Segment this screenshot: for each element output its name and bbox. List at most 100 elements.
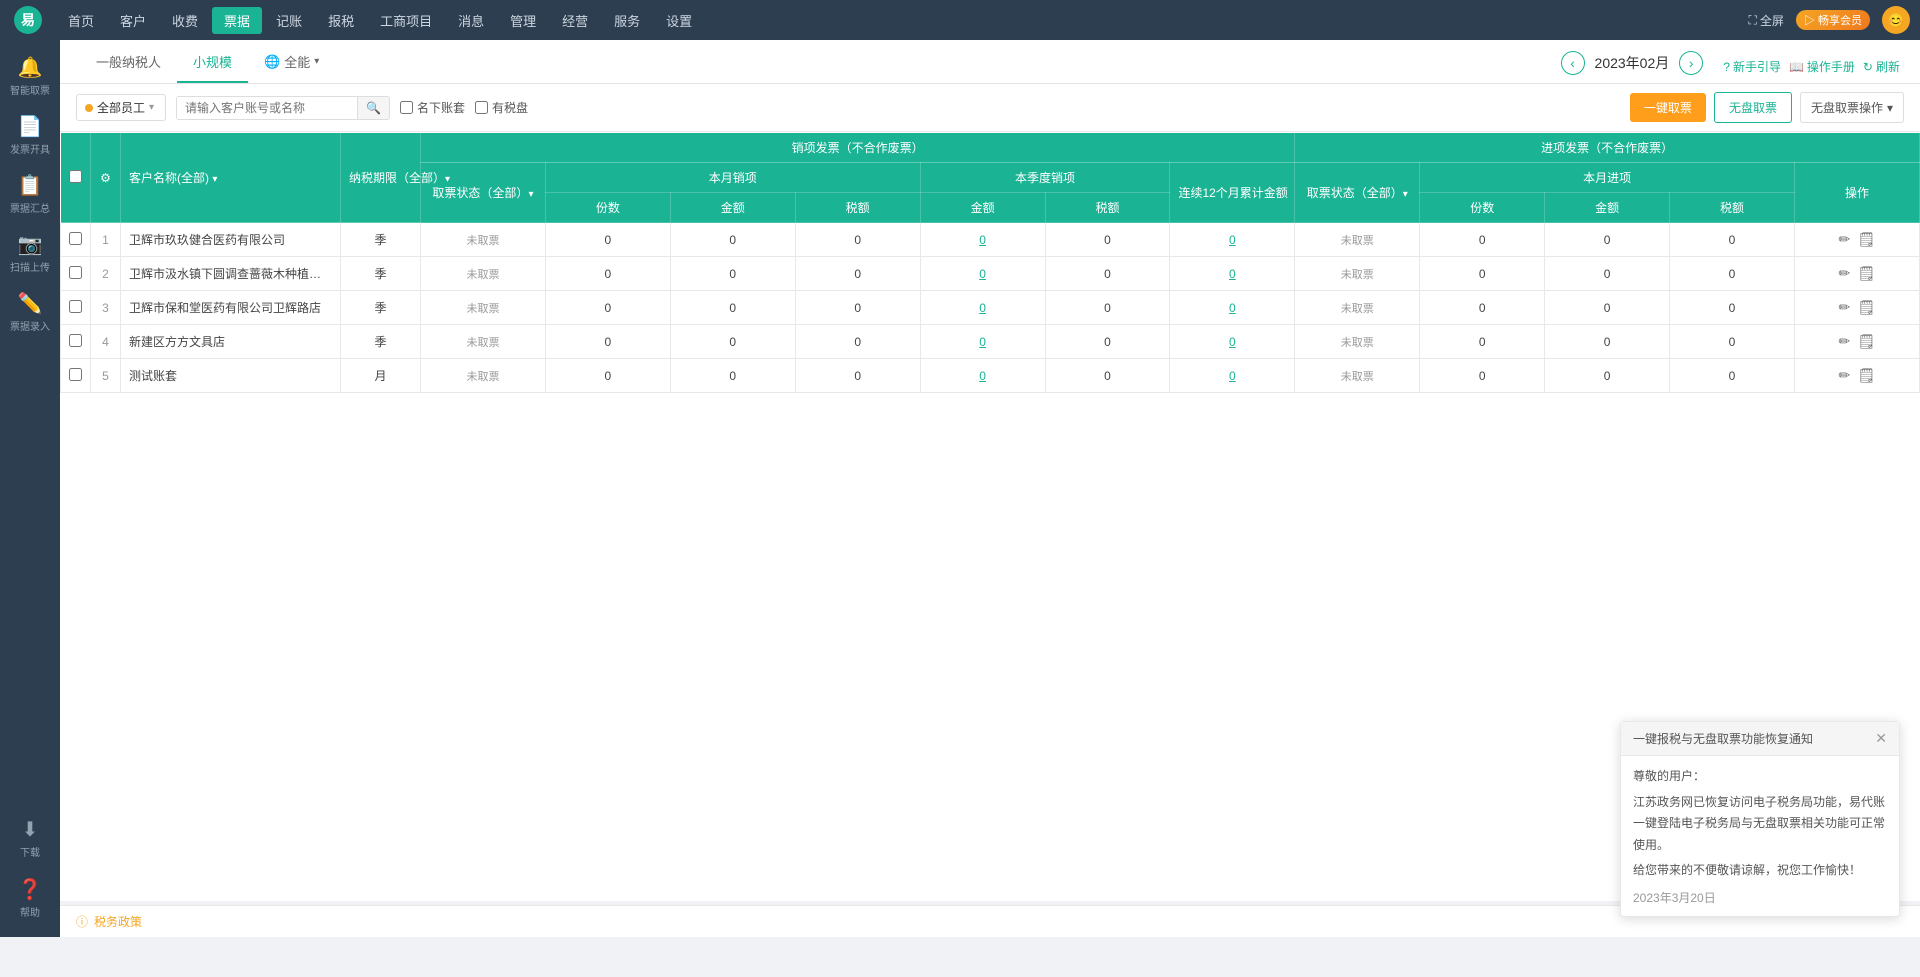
sidebar-item-票据录入[interactable]: ✏️票据录入 (4, 286, 56, 341)
tax-period-cell: 季 (341, 325, 421, 359)
tab-general-taxpayer[interactable]: 一般纳税人 (80, 42, 177, 83)
edit-icon[interactable]: ✏ (1839, 231, 1851, 247)
refresh-icon: ↻ (1863, 60, 1873, 74)
diskless-fetch-button[interactable]: 无盘取票 (1714, 92, 1792, 123)
current-date: 2023年02月 (1595, 53, 1670, 73)
select-all-checkbox[interactable] (69, 170, 82, 183)
row-checkbox[interactable] (69, 266, 82, 279)
month-out-tax-cell: 0 (795, 257, 920, 291)
th-out-month-count: 份数 (545, 193, 670, 223)
tax-period-cell: 月 (341, 359, 421, 393)
sidebar-item-智能取票[interactable]: 🔔智能取票 (4, 50, 56, 105)
nav-item-票据[interactable]: 票据 (212, 7, 262, 34)
nav-item-经营[interactable]: 经营 (550, 7, 600, 34)
quarter-out-amount-cell: 0 (920, 359, 1045, 393)
month-in-count-cell: 0 (1420, 359, 1545, 393)
next-month-button[interactable]: › (1679, 51, 1703, 75)
sidebar-icon: 📄 (18, 117, 43, 137)
th-out-quarter-tax: 税额 (1045, 193, 1170, 223)
detail-icon[interactable]: 🗒 (1858, 265, 1876, 281)
edit-icon[interactable]: ✏ (1839, 265, 1851, 281)
notification-panel: 一键报税与无盘取票功能恢复通知 ✕ 尊敬的用户： 江苏政务网已恢复访问电子税务局… (1620, 721, 1900, 917)
my-accounts-checkbox[interactable] (400, 101, 413, 114)
sidebar-icon: 🔔 (18, 58, 43, 78)
detail-icon[interactable]: 🗒 (1858, 333, 1876, 349)
sidebar-item-扫描上传[interactable]: 📷扫描上传 (4, 227, 56, 282)
detail-icon[interactable]: 🗒 (1858, 367, 1876, 383)
sidebar-label: 票据录入 (10, 318, 50, 333)
row-checkbox-cell (61, 257, 91, 291)
tab-small-scale[interactable]: 小规模 (177, 42, 248, 83)
top-nav-items: 首页客户收费票据记账报税工商项目消息管理经营服务设置 (56, 7, 1749, 34)
table-row: 5 测试账套 月 未取票 0 0 0 0 0 0 未取票 0 0 0 ✏ 🗒 (61, 359, 1920, 393)
vip-badge[interactable]: ▷ 畅享会员 (1796, 10, 1870, 30)
month-out-tax-cell: 0 (795, 291, 920, 325)
nav-item-消息[interactable]: 消息 (446, 7, 496, 34)
out-status-cell: 未取票 (421, 257, 546, 291)
fullscreen-button[interactable]: ⛶ 全屏 (1749, 12, 1784, 29)
edit-icon[interactable]: ✏ (1839, 333, 1851, 349)
tax-disk-checkbox[interactable] (475, 101, 488, 114)
notif-greeting: 尊敬的用户： (1633, 766, 1887, 788)
nav-item-报税[interactable]: 报税 (316, 7, 366, 34)
edit-icon[interactable]: ✏ (1839, 299, 1851, 315)
edit-icon[interactable]: ✏ (1839, 367, 1851, 383)
client-name-cell: 卫辉市玖玖健合医药有限公司 (121, 223, 341, 257)
notif-content: 江苏政务网已恢复访问电子税务局功能，易代账一键登陆电子税务局与无盘取票相关功能可… (1633, 792, 1887, 857)
tax-disk-checkbox-label[interactable]: 有税盘 (475, 99, 528, 116)
row-checkbox[interactable] (69, 334, 82, 347)
nav-item-收费[interactable]: 收费 (160, 7, 210, 34)
notif-title: 一键报税与无盘取票功能恢复通知 (1633, 730, 1813, 747)
th-in-status[interactable]: 取票状态（全部）▾ (1295, 163, 1420, 223)
nav-item-首页[interactable]: 首页 (56, 7, 106, 34)
manual-button[interactable]: 📖 操作手册 (1789, 58, 1855, 75)
row-checkbox[interactable] (69, 368, 82, 381)
row-checkbox[interactable] (69, 232, 82, 245)
refresh-button[interactable]: ↻ 刷新 (1863, 58, 1900, 75)
th-month-in: 本月进项 (1420, 163, 1795, 193)
nav-item-客户[interactable]: 客户 (108, 7, 158, 34)
one-click-fetch-button[interactable]: 一键取票 (1630, 93, 1706, 122)
th-checkbox (61, 133, 91, 223)
play-icon: ▷ (1804, 15, 1815, 27)
search-input[interactable] (177, 97, 357, 119)
month-in-tax-cell: 0 (1670, 223, 1795, 257)
sidebar-bottom-item-下载[interactable]: ⬇下载 (4, 812, 56, 867)
tax-policy-link[interactable]: 税务政策 (94, 913, 142, 930)
12m-amount-cell: 0 (1170, 291, 1295, 325)
nav-item-服务[interactable]: 服务 (602, 7, 652, 34)
sidebar-item-票据汇总[interactable]: 📋票据汇总 (4, 168, 56, 223)
toolbar: 全部员工 ▾ 🔍 名下账套 有税盘 一键取票 无盘取票 无盘取票操作 ▾ (60, 84, 1920, 132)
12m-amount-cell: 0 (1170, 257, 1295, 291)
sidebar-item-发票开具[interactable]: 📄发票开具 (4, 109, 56, 164)
tab-all[interactable]: 🌐 全能 ▾ (248, 42, 335, 83)
gear-icon[interactable]: ⚙ (100, 171, 111, 185)
row-num: 2 (91, 257, 121, 291)
diskless-fetch-ops-button[interactable]: 无盘取票操作 ▾ (1800, 92, 1904, 123)
th-client-name[interactable]: 客户名称(全部) ▾ (121, 133, 341, 223)
row-checkbox[interactable] (69, 300, 82, 313)
action-cell: ✏ 🗒 (1794, 257, 1919, 291)
my-accounts-checkbox-label[interactable]: 名下账套 (400, 99, 465, 116)
notif-body: 尊敬的用户： 江苏政务网已恢复访问电子税务局功能，易代账一键登陆电子税务局与无盘… (1621, 756, 1899, 916)
nav-item-管理[interactable]: 管理 (498, 7, 548, 34)
month-in-count-cell: 0 (1420, 223, 1545, 257)
quarter-out-amount-cell: 0 (920, 325, 1045, 359)
prev-month-button[interactable]: ‹ (1561, 51, 1585, 75)
new-guide-button[interactable]: ? 新手引导 (1723, 58, 1781, 75)
in-status-cell: 未取票 (1295, 291, 1420, 325)
detail-icon[interactable]: 🗒 (1858, 299, 1876, 315)
12m-amount-cell: 0 (1170, 359, 1295, 393)
detail-icon[interactable]: 🗒 (1858, 231, 1876, 247)
user-avatar[interactable]: 😊 (1882, 6, 1910, 34)
month-in-amount-cell: 0 (1545, 359, 1670, 393)
th-tax-period[interactable]: 纳税期限（全部）▾ (341, 133, 421, 223)
search-button[interactable]: 🔍 (357, 97, 389, 119)
nav-item-记账[interactable]: 记账 (264, 7, 314, 34)
employee-select[interactable]: 全部员工 ▾ (76, 94, 166, 121)
quarter-out-tax-cell: 0 (1045, 257, 1170, 291)
notif-close-button[interactable]: ✕ (1875, 730, 1887, 747)
nav-item-工商项目[interactable]: 工商项目 (368, 7, 444, 34)
nav-item-设置[interactable]: 设置 (654, 7, 704, 34)
sidebar-bottom-item-帮助[interactable]: ❓帮助 (4, 872, 56, 927)
